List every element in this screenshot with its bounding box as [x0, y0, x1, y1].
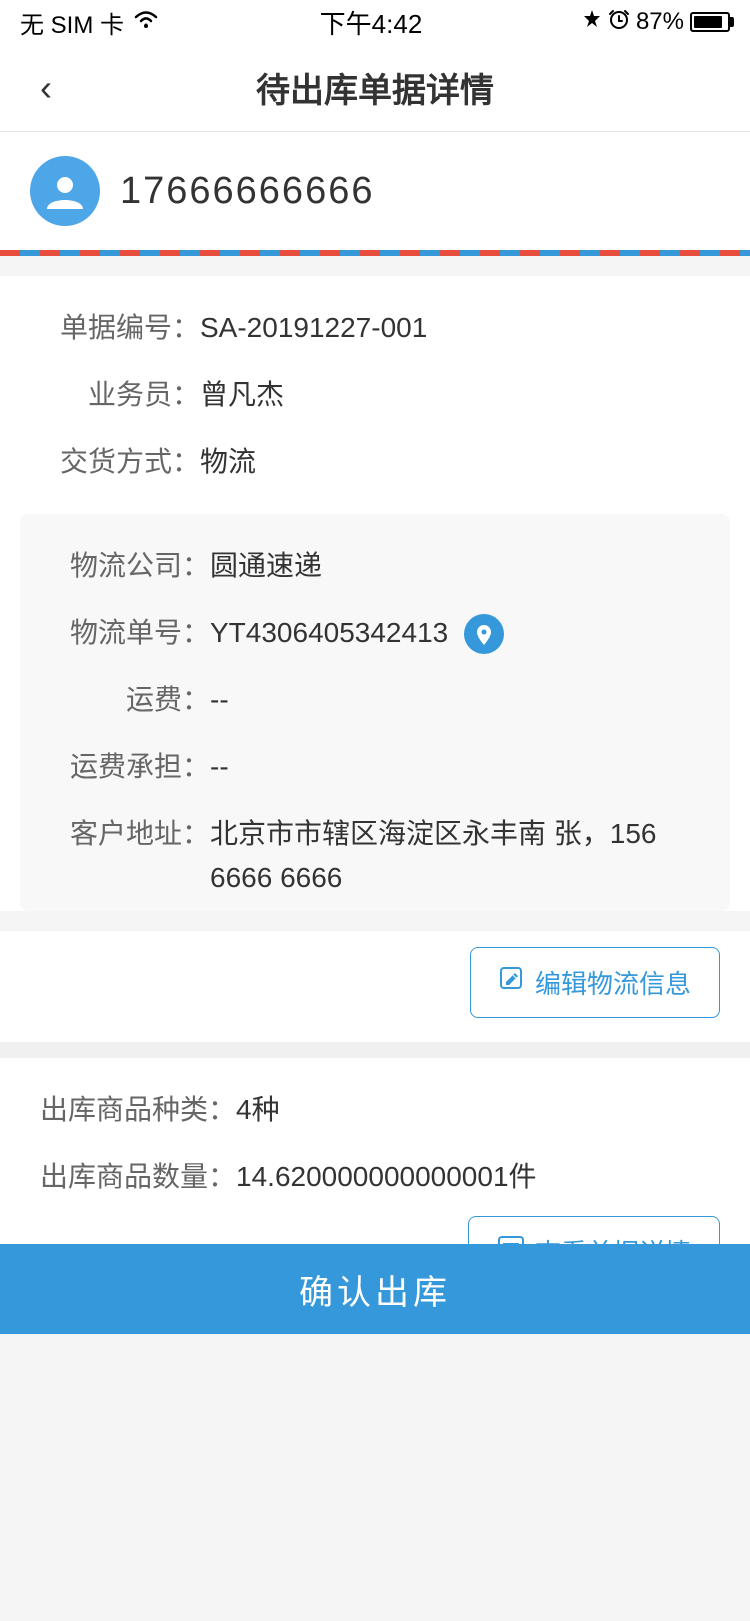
carrier-text: 无 SIM 卡 — [20, 5, 124, 40]
document-number-value: SA-20191227-001 — [200, 306, 710, 351]
salesperson-label: 业务员： — [40, 373, 200, 418]
quantity-label: 出库商品数量： — [40, 1155, 236, 1200]
address-label: 客户地址： — [50, 812, 210, 857]
page-title: 待出库单据详情 — [256, 63, 494, 112]
category-row: 出库商品种类： 4种 — [40, 1088, 710, 1133]
status-bar: 无 SIM 卡 下午4:42 — [0, 0, 750, 44]
logistics-card: 物流公司： 圆通速递 物流单号： YT4306405342413 运费： -- — [20, 514, 730, 911]
confirm-btn-bar[interactable]: 确认出库 — [0, 1244, 750, 1334]
quantity-row: 出库商品数量： 14.620000000000001件 — [40, 1155, 710, 1200]
logistics-company-label: 物流公司： — [50, 544, 210, 589]
category-label: 出库商品种类： — [40, 1088, 236, 1133]
empty-space — [0, 1311, 750, 1531]
alarm-icon — [608, 8, 630, 37]
salesperson-value: 曾凡杰 — [200, 373, 710, 418]
edit-logistics-button[interactable]: 编辑物流信息 — [470, 947, 720, 1018]
delivery-method-label: 交货方式： — [40, 440, 200, 485]
back-button[interactable]: ‹ — [30, 57, 62, 119]
avatar — [30, 156, 100, 226]
salesperson-row: 业务员： 曾凡杰 — [40, 373, 710, 418]
status-left: 无 SIM 卡 — [20, 5, 160, 40]
customer-header: 17666666666 — [0, 132, 750, 250]
delivery-method-row: 交货方式： 物流 — [40, 440, 710, 485]
category-value: 4种 — [236, 1088, 710, 1133]
address-value: 北京市市辖区海淀区永丰南 张，156 6666 6666 — [210, 812, 700, 902]
freight-label: 运费： — [50, 678, 210, 723]
quantity-value: 14.620000000000001件 — [236, 1155, 710, 1200]
freight-bearer-label: 运费承担： — [50, 745, 210, 790]
logistics-company-value: 圆通速递 — [210, 544, 700, 589]
logistics-wrapper: 物流公司： 圆通速递 物流单号： YT4306405342413 运费： -- — [0, 514, 750, 911]
freight-bearer-value: -- — [210, 745, 700, 790]
edit-logistics-label: 编辑物流信息 — [535, 964, 691, 1001]
customer-phone: 17666666666 — [120, 170, 374, 213]
tracking-location-button[interactable] — [464, 614, 504, 654]
document-number-row: 单据编号： SA-20191227-001 — [40, 306, 710, 351]
tracking-number-value: YT4306405342413 — [210, 611, 700, 656]
logistics-company-row: 物流公司： 圆通速递 — [50, 544, 700, 589]
edit-btn-row: 编辑物流信息 — [0, 931, 750, 1042]
wifi-icon — [132, 8, 160, 36]
confirm-btn-label: 确认出库 — [299, 1265, 451, 1314]
address-row: 客户地址： 北京市市辖区海淀区永丰南 张，156 6666 6666 — [50, 812, 700, 902]
status-right: 87% — [582, 8, 730, 37]
basic-info-section: 单据编号： SA-20191227-001 业务员： 曾凡杰 交货方式： 物流 — [0, 276, 750, 514]
freight-value: -- — [210, 678, 700, 723]
tracking-number-label: 物流单号： — [50, 611, 210, 656]
gray-separator — [0, 1042, 750, 1058]
dashed-divider — [0, 250, 750, 256]
edit-icon — [499, 966, 525, 999]
tracking-number-row: 物流单号： YT4306405342413 — [50, 611, 700, 656]
battery-text: 87% — [636, 8, 684, 36]
nav-bar: ‹ 待出库单据详情 — [0, 44, 750, 132]
status-time: 下午4:42 — [320, 4, 423, 41]
document-number-label: 单据编号： — [40, 306, 200, 351]
battery-icon — [690, 12, 730, 32]
delivery-method-value: 物流 — [200, 440, 710, 485]
location-status-icon — [582, 8, 602, 37]
freight-row: 运费： -- — [50, 678, 700, 723]
freight-bearer-row: 运费承担： -- — [50, 745, 700, 790]
items-info-section: 出库商品种类： 4种 出库商品数量： 14.620000000000001件 — [0, 1058, 750, 1200]
